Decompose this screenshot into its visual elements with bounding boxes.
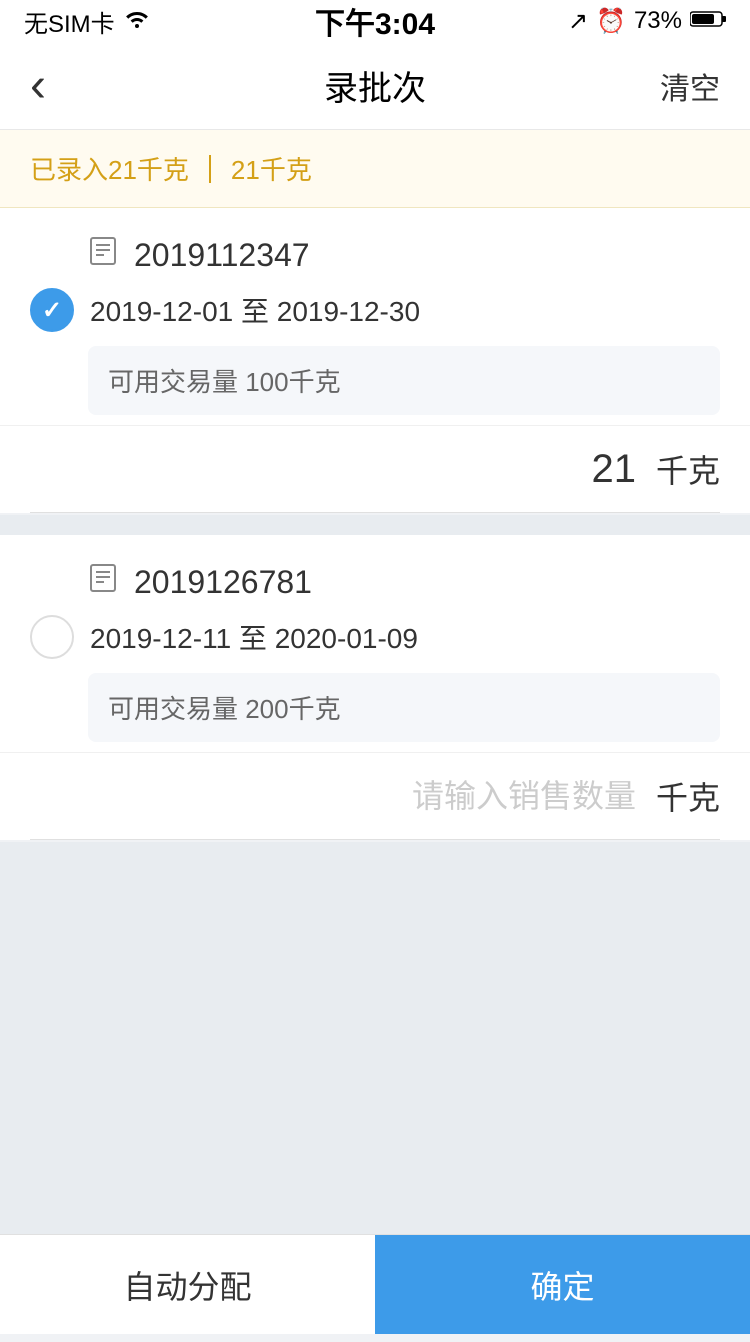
recorded-amount: 已录入21千克 (30, 150, 189, 187)
status-time: 下午3:04 (315, 0, 435, 43)
batch1-quantity-value: 21 (591, 447, 636, 492)
bottom-bar: 自动分配 确定 (0, 1234, 750, 1334)
batch2-number: 2019126781 (134, 564, 312, 601)
batch1-icon (88, 236, 118, 274)
status-left: 无SIM卡 (24, 4, 151, 39)
batch2-underline (30, 839, 720, 840)
batch2-icon (88, 563, 118, 601)
wifi-icon (123, 7, 151, 36)
total-amount: 21千克 (231, 150, 312, 187)
confirm-button[interactable]: 确定 (375, 1235, 750, 1334)
batch2-date: 2019-12-11 至 2020-01-09 (90, 617, 418, 657)
batch1-available: 可用交易量 100千克 (88, 346, 720, 415)
batch2-date-row[interactable]: 2019-12-11 至 2020-01-09 (0, 611, 750, 669)
nav-bar: ‹ 录批次 清空 (0, 42, 750, 130)
batch1-underline (30, 512, 720, 513)
batch-card-2: 2019126781 2019-12-11 至 2020-01-09 可用交易量… (0, 535, 750, 840)
batch-card-1: 2019112347 2019-12-01 至 2019-12-30 可用交易量… (0, 208, 750, 513)
batch1-header: 2019112347 (0, 208, 750, 284)
back-button[interactable]: ‹ (30, 58, 90, 113)
alarm-icon: ⏰ (596, 7, 626, 36)
clear-button[interactable]: 清空 (660, 64, 720, 108)
batch1-number: 2019112347 (134, 237, 310, 274)
batch2-available: 可用交易量 200千克 (88, 673, 720, 742)
batch2-quantity-input[interactable] (336, 778, 636, 815)
batch2-header: 2019126781 (0, 535, 750, 611)
section-separator-1 (0, 515, 750, 535)
battery-percentage: 73% (634, 7, 682, 35)
batch1-date-row[interactable]: 2019-12-01 至 2019-12-30 (0, 284, 750, 342)
batch1-date: 2019-12-01 至 2019-12-30 (90, 290, 420, 330)
sim-label: 无SIM卡 (24, 4, 115, 39)
status-bar: 无SIM卡 下午3:04 ↗ ⏰ 73% (0, 0, 750, 42)
batch2-quantity-unit: 千克 (656, 773, 720, 819)
batch2-input-wrap (30, 778, 636, 815)
empty-area (0, 842, 750, 1242)
page-title: 录批次 (324, 61, 426, 110)
batch2-quantity-row: 千克 (0, 752, 750, 839)
batch1-quantity-row: 21 千克 (0, 425, 750, 512)
batch2-radio[interactable] (30, 615, 74, 659)
info-divider (209, 155, 211, 183)
auto-distribute-button[interactable]: 自动分配 (0, 1235, 375, 1334)
batch1-quantity-unit: 千克 (656, 446, 720, 492)
info-banner: 已录入21千克 21千克 (0, 130, 750, 208)
batch1-radio[interactable] (30, 288, 74, 332)
battery-icon (690, 7, 726, 35)
status-right: ↗ ⏰ 73% (568, 7, 726, 36)
location-icon: ↗ (568, 7, 588, 36)
